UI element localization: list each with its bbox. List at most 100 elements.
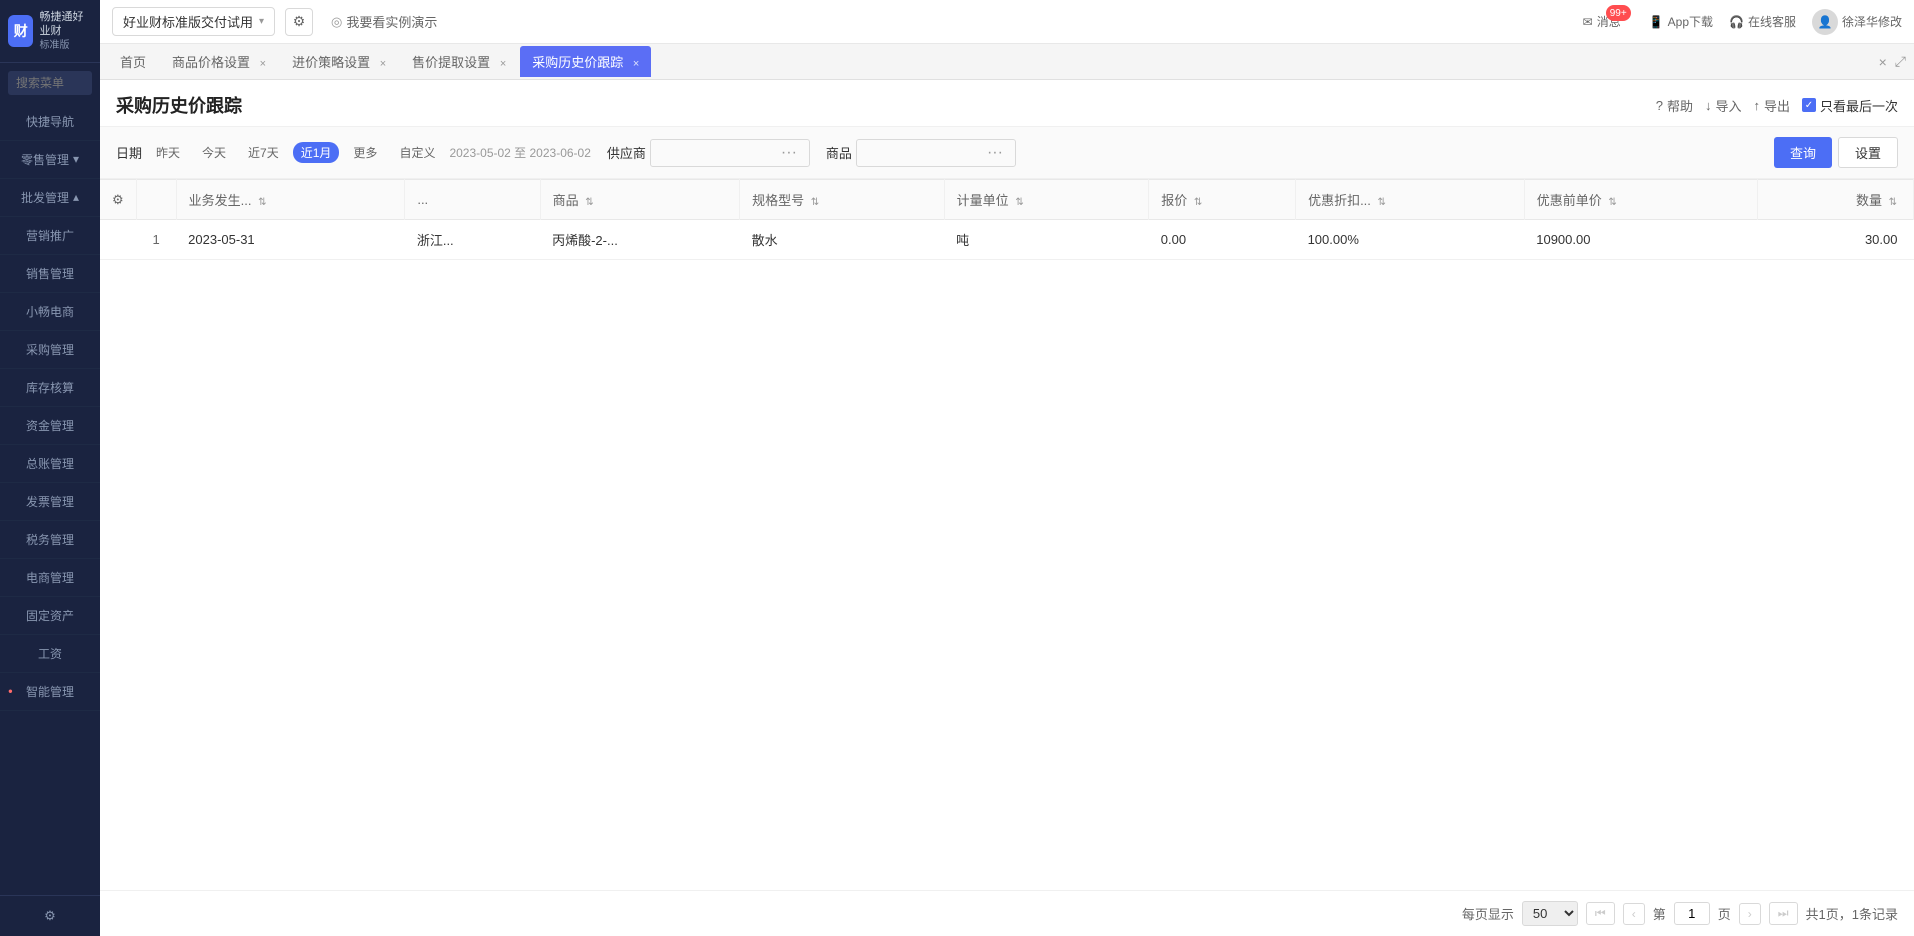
app-logo-sub: 标准版 [39, 39, 92, 52]
app-logo-icon: 财 [8, 15, 33, 47]
settings-button[interactable]: 设置 [1838, 137, 1898, 168]
row-gear-cell [100, 220, 136, 260]
close-all-tabs-button[interactable]: × [1879, 54, 1887, 70]
product-input[interactable]: ··· [856, 139, 1016, 167]
per-page-label: 每页显示 [1462, 904, 1514, 923]
page-number-input[interactable] [1674, 902, 1710, 925]
topbar-settings-button[interactable]: ⚙ [285, 8, 313, 36]
user-avatar: 👤 [1812, 9, 1838, 35]
tab-close-purchase-strategy[interactable]: × [380, 58, 386, 70]
demo-link[interactable]: ◎ 我要看实例演示 [331, 12, 437, 31]
tab-close-price-extract[interactable]: × [500, 58, 506, 70]
help-link[interactable]: ? 帮助 [1656, 96, 1693, 115]
mobile-icon: 📱 [1649, 15, 1664, 29]
col-discount[interactable]: 优惠折扣... ⇅ [1296, 180, 1525, 220]
sidebar-item-ecommerce-small[interactable]: 小畅电商 [0, 293, 100, 331]
product-name: 好业财标准版交付试用 [123, 12, 253, 31]
user-profile-button[interactable]: 👤 徐泽华修改 [1812, 9, 1902, 35]
sidebar-item-intelligent[interactable]: 智能管理 [0, 673, 100, 711]
gear-icon: ⚙ [112, 192, 124, 207]
tab-close-product-price[interactable]: × [260, 58, 266, 70]
sidebar-item-fixed-assets[interactable]: 固定资产 [0, 597, 100, 635]
product-more-icon[interactable]: ··· [983, 144, 1007, 162]
date-option-today[interactable]: 今天 [194, 142, 234, 163]
row-quantity-cell: 30.00 [1758, 220, 1914, 260]
table-row[interactable]: 1 2023-05-31 浙江... 丙烯酸-2-... 散水 吨 0.00 1… [100, 220, 1914, 260]
first-page-button[interactable]: ⏮ [1586, 902, 1615, 925]
message-icon: ✉ [1583, 15, 1593, 29]
date-option-custom[interactable]: 自定义 [391, 142, 443, 163]
last-page-button[interactable]: ⏭ [1769, 902, 1798, 925]
import-button[interactable]: ↓ 导入 [1705, 96, 1742, 115]
per-page-select[interactable]: 50 100 200 [1522, 901, 1578, 926]
online-service-button[interactable]: 🎧 在线客服 [1729, 13, 1796, 30]
help-icon: ? [1656, 98, 1663, 113]
next-page-button[interactable]: › [1739, 903, 1761, 925]
sort-icon-pre-price: ⇅ [1608, 197, 1616, 208]
col-more[interactable]: ... [405, 180, 540, 220]
row-supplier-cell: 浙江... [405, 220, 540, 260]
expand-tabs-button[interactable]: ⤢ [1895, 53, 1906, 70]
only-last-toggle[interactable]: ✓ 只看最后一次 [1802, 96, 1898, 115]
product-selector[interactable]: 好业财标准版交付试用 ▾ [112, 7, 275, 36]
sidebar-item-tax[interactable]: 税务管理 [0, 521, 100, 559]
supplier-more-icon[interactable]: ··· [777, 144, 801, 162]
tab-purchase-history[interactable]: 采购历史价跟踪 × [520, 46, 651, 77]
col-gear[interactable]: ⚙ [100, 180, 136, 220]
sort-icon-spec: ⇅ [811, 197, 819, 208]
date-option-7days[interactable]: 近7天 [240, 142, 287, 163]
row-pre-price-cell: 10900.00 [1524, 220, 1758, 260]
sidebar-item-wholesale[interactable]: 批发管理 ▴ [0, 179, 100, 217]
col-quantity[interactable]: 数量 ⇅ [1758, 180, 1914, 220]
app-logo-name: 畅捷通好业财 [39, 10, 92, 39]
supplier-input[interactable]: ··· [650, 139, 810, 167]
tab-product-price[interactable]: 商品价格设置 × [160, 46, 278, 77]
sidebar-item-retail[interactable]: 零售管理 ▾ [0, 141, 100, 179]
sidebar-item-payroll[interactable]: 工资 [0, 635, 100, 673]
sidebar-item-ecommerce[interactable]: 电商管理 [0, 559, 100, 597]
col-spec[interactable]: 规格型号 ⇅ [740, 180, 945, 220]
sidebar-item-sales[interactable]: 销售管理 [0, 255, 100, 293]
sort-icon-date: ⇅ [258, 197, 266, 208]
sidebar-item-marketing[interactable]: 营销推广 [0, 217, 100, 255]
col-price[interactable]: 报价 ⇅ [1149, 180, 1296, 220]
sidebar-item-invoice[interactable]: 发票管理 [0, 483, 100, 521]
date-option-yesterday[interactable]: 昨天 [148, 142, 188, 163]
sidebar-item-general-ledger[interactable]: 总账管理 [0, 445, 100, 483]
tab-home[interactable]: 首页 [108, 46, 158, 77]
message-button[interactable]: ✉ 消息 99+ [1583, 13, 1621, 30]
app-download-button[interactable]: 📱 App下载 [1649, 13, 1713, 30]
page-header: 采购历史价跟踪 ? 帮助 ↓ 导入 ↑ 导出 ✓ 只看最后一次 [100, 80, 1914, 127]
tab-price-extract[interactable]: 售价提取设置 × [400, 46, 518, 77]
headset-icon: 🎧 [1729, 15, 1744, 29]
col-product[interactable]: 商品 ⇅ [540, 180, 739, 220]
tab-close-purchase-history[interactable]: × [633, 58, 639, 70]
col-pre-price[interactable]: 优惠前单价 ⇅ [1524, 180, 1758, 220]
row-date-cell: 2023-05-31 [176, 220, 405, 260]
sidebar-item-funds[interactable]: 资金管理 [0, 407, 100, 445]
date-filter-group: 日期 昨天 今天 近7天 近1月 更多 自定义 2023-05-02 至 202… [116, 142, 591, 163]
tab-purchase-strategy[interactable]: 进价策略设置 × [280, 46, 398, 77]
prev-page-button[interactable]: ‹ [1623, 903, 1645, 925]
gear-icon: ⚙ [293, 13, 306, 30]
demo-icon: ◎ [331, 14, 342, 30]
export-button[interactable]: ↑ 导出 [1753, 96, 1790, 115]
query-button[interactable]: 查询 [1774, 137, 1832, 168]
sidebar-item-inventory[interactable]: 库存核算 [0, 369, 100, 407]
sidebar-gear-icon[interactable]: ⚙ [0, 895, 100, 936]
pagination: 每页显示 50 100 200 ⏮ ‹ 第 页 › ⏭ 共1页，1条记录 [100, 890, 1914, 936]
page-header-actions: ? 帮助 ↓ 导入 ↑ 导出 ✓ 只看最后一次 [1656, 96, 1898, 115]
search-input[interactable] [8, 71, 92, 95]
col-date[interactable]: 业务发生... ⇅ [176, 180, 405, 220]
product-label: 商品 [826, 143, 852, 162]
date-option-more[interactable]: 更多 [345, 142, 385, 163]
sidebar: 财 畅捷通好业财 标准版 快捷导航 零售管理 ▾ 批发管理 ▴ 营销推广 销售管… [0, 0, 100, 936]
sidebar-item-purchase[interactable]: 采购管理 [0, 331, 100, 369]
table-container: ⚙ 业务发生... ⇅ ... 商品 ⇅ [100, 179, 1914, 890]
supplier-label: 供应商 [607, 143, 646, 162]
sort-icon-discount: ⇅ [1378, 197, 1386, 208]
sidebar-item-quick-nav[interactable]: 快捷导航 [0, 103, 100, 141]
sort-icon-quantity: ⇅ [1889, 197, 1897, 208]
col-unit[interactable]: 计量单位 ⇅ [944, 180, 1149, 220]
date-option-1month[interactable]: 近1月 [293, 142, 340, 163]
